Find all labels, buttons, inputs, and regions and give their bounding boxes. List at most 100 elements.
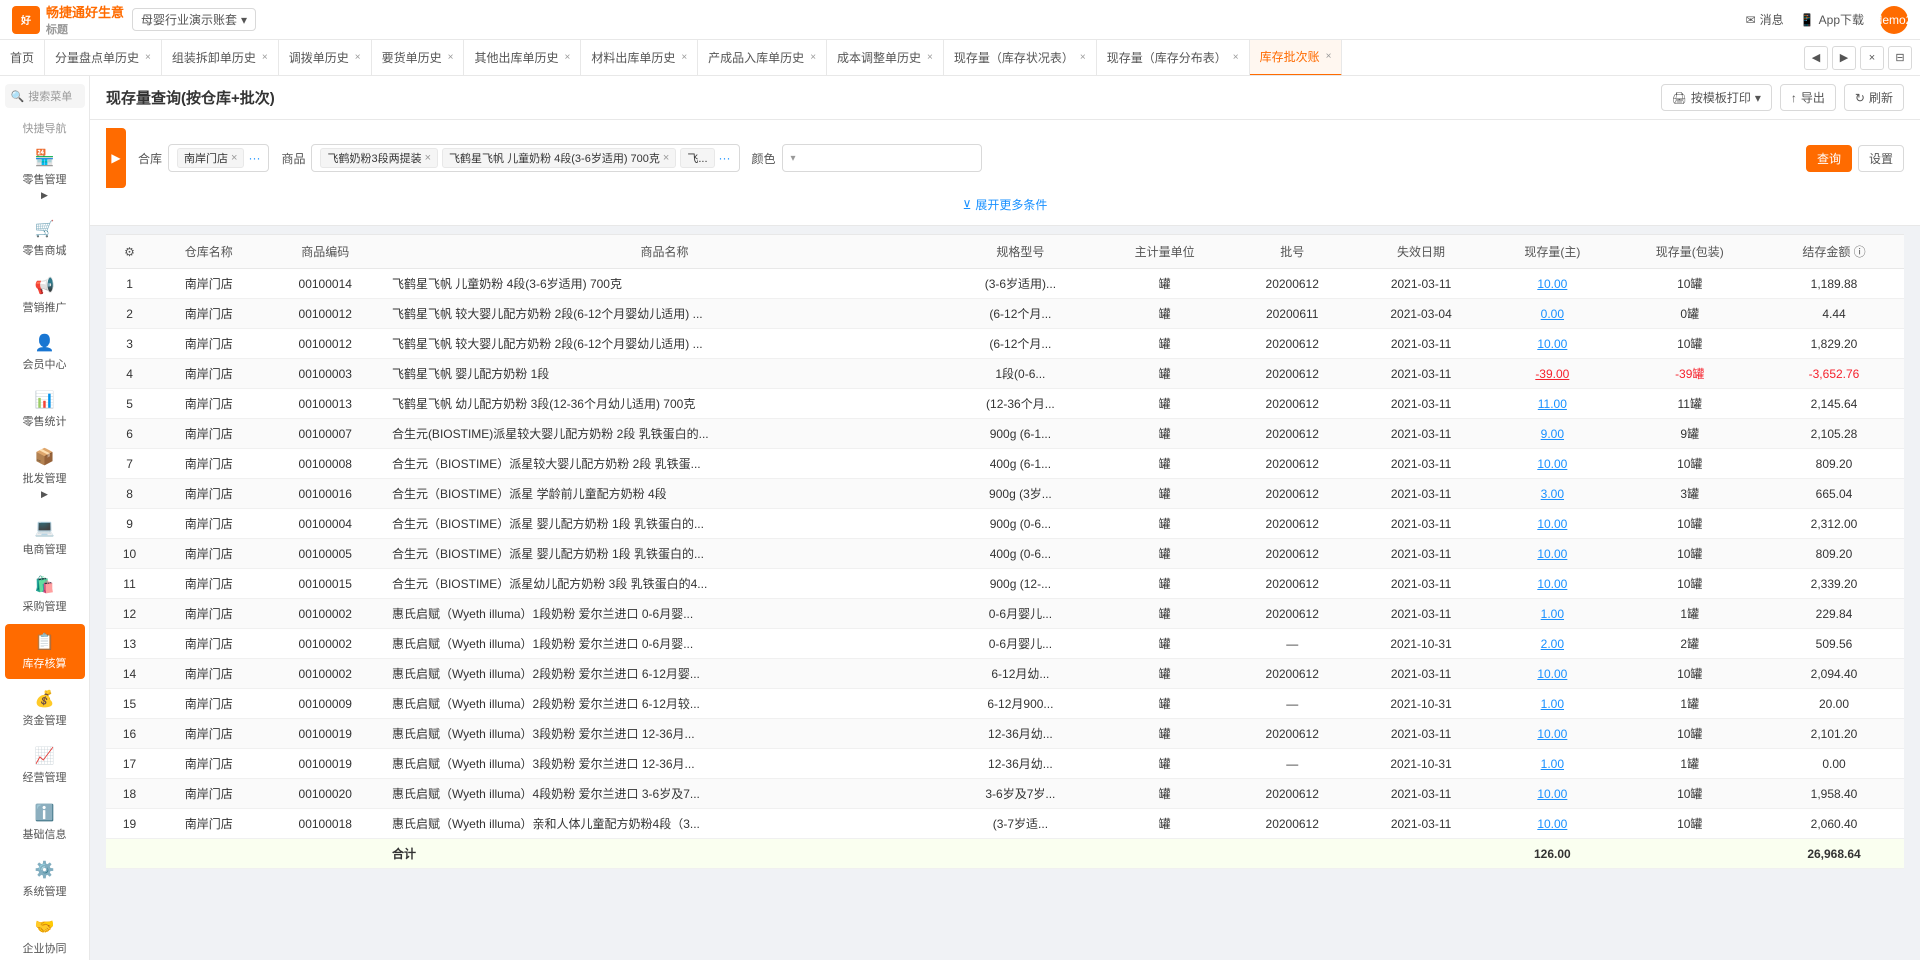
app-download-btn[interactable]: 📱 App下载 (1800, 11, 1864, 28)
row-balance: 1,829.20 (1764, 329, 1904, 359)
tab-next-btn[interactable]: ▶ (1832, 46, 1856, 70)
sidebar-item-basic[interactable]: ℹ️ 基础信息 (5, 795, 85, 850)
tab-10[interactable]: 现存量（库存分布表） × (1097, 40, 1250, 76)
sidebar-item-retail[interactable]: 🏪 零售管理 ▶ (5, 140, 85, 209)
sidebar-item-retail-stats[interactable]: 📊 零售统计 (5, 382, 85, 437)
operation-icon: 📈 (35, 746, 55, 766)
row-qty-main[interactable]: 10.00 (1489, 569, 1615, 599)
col-settings[interactable]: ⚙ (106, 235, 153, 269)
action-btns: 查询 设置 (1806, 145, 1904, 172)
row-name: 合生元（BIOSTIME）派星 婴儿配方奶粉 1段 乳铁蛋白的... (386, 509, 943, 539)
tab-2[interactable]: 组装拆卸单历史 × (162, 40, 279, 76)
inventory-icon: 📋 (35, 632, 55, 652)
product-tag-2-close[interactable]: × (663, 152, 669, 164)
sidebar-item-member[interactable]: 👤 会员中心 (5, 325, 85, 380)
row-qty-main[interactable]: 10.00 (1489, 779, 1615, 809)
row-qty-main[interactable]: 10.00 (1489, 509, 1615, 539)
row-spec: 3-6岁及7岁... (943, 779, 1098, 809)
member-icon: 👤 (35, 333, 55, 353)
tab-9[interactable]: 现存量（库存状况表） × (944, 40, 1097, 76)
row-qty-main[interactable]: 1.00 (1489, 749, 1615, 779)
col-balance: 结存金额 ⓘ (1764, 235, 1904, 269)
row-qty-main[interactable]: 1.00 (1489, 599, 1615, 629)
filter-row: ▶ 合库 南岸门店 × ··· 商品 (106, 128, 1904, 188)
tab-6[interactable]: 材料出库单历史 × (581, 40, 698, 76)
product-input[interactable]: 飞鹤奶粉3段两提装 × 飞鹤星飞帆 儿童奶粉 4段(3-6岁适用) 700克 ×… (311, 144, 739, 172)
tab-7[interactable]: 产成品入库单历史 × (698, 40, 827, 76)
refresh-btn[interactable]: ↻ 刷新 (1844, 84, 1904, 111)
row-no: 10 (106, 539, 153, 569)
sidebar-item-mall[interactable]: 🛒 零售商城 (5, 211, 85, 266)
row-qty-main[interactable]: 10.00 (1489, 719, 1615, 749)
tab-3[interactable]: 调拨单历史 × (279, 40, 372, 76)
product-tag-1-close[interactable]: × (425, 152, 431, 164)
sidebar-item-collab[interactable]: 🤝 企业协同 (5, 909, 85, 960)
row-qty-main[interactable]: 2.00 (1489, 629, 1615, 659)
tab-5[interactable]: 其他出库单历史 × (464, 40, 581, 76)
sidebar-item-purchase[interactable]: 🛍️ 采购管理 (5, 567, 85, 622)
print-icon: 🖨 (1672, 91, 1687, 105)
product-tag-1: 飞鹤奶粉3段两提装 × (320, 148, 438, 168)
expand-more-btn[interactable]: ⊻ 展开更多条件 (106, 192, 1904, 217)
sidebar-item-marketing[interactable]: 📢 营销推广 (5, 268, 85, 323)
filter-bar: ▶ 合库 南岸门店 × ··· 商品 (90, 120, 1920, 226)
sidebar-item-ecommerce[interactable]: 💻 电商管理 (5, 510, 85, 565)
row-code: 00100020 (265, 779, 386, 809)
user-avatar[interactable]: demo2 (1880, 6, 1908, 34)
tab-prev-btn[interactable]: ◀ (1804, 46, 1828, 70)
table-row: 3 南岸门店 00100012 飞鹤星飞帆 较大婴儿配方奶粉 2段(6-12个月… (106, 329, 1904, 359)
warehouse-tag-close[interactable]: × (231, 152, 237, 164)
settings-btn[interactable]: 设置 (1858, 145, 1904, 172)
tab-menu-btn[interactable]: ⊟ (1888, 46, 1912, 70)
row-expire: 2021-03-04 (1353, 299, 1489, 329)
row-batch: 20200612 (1232, 569, 1353, 599)
print-btn[interactable]: 🖨 按模板打印 ▾ (1661, 84, 1772, 111)
row-qty-main[interactable]: 10.00 (1489, 659, 1615, 689)
row-qty-main[interactable]: 10.00 (1489, 449, 1615, 479)
search-menu-input[interactable]: 🔍 搜索菜单 (5, 84, 85, 108)
row-code: 00100014 (265, 269, 386, 299)
tab-home[interactable]: 首页 (0, 40, 45, 76)
color-label: 颜色 (752, 150, 776, 167)
color-input[interactable]: ▾ (782, 144, 982, 172)
row-qty-main[interactable]: 10.00 (1489, 269, 1615, 299)
org-select[interactable]: 母婴行业演示账套 ▾ (132, 8, 256, 31)
tab-active[interactable]: 库存批次账 × (1250, 40, 1343, 76)
purchase-icon: 🛍️ (35, 575, 55, 595)
row-qty-main[interactable]: 9.00 (1489, 419, 1615, 449)
sidebar-item-system[interactable]: ⚙️ 系统管理 (5, 852, 85, 907)
export-btn[interactable]: ↑ 导出 (1780, 84, 1836, 111)
row-code: 00100019 (265, 749, 386, 779)
tab-4[interactable]: 要货单历史 × (372, 40, 465, 76)
row-expire: 2021-03-11 (1353, 329, 1489, 359)
row-expire: 2021-03-11 (1353, 779, 1489, 809)
product-more-btn[interactable]: ··· (719, 151, 731, 165)
warehouse-input[interactable]: 南岸门店 × ··· (168, 144, 269, 172)
row-warehouse: 南岸门店 (153, 659, 264, 689)
sidebar-item-wholesale[interactable]: 📦 批发管理 ▶ (5, 439, 85, 508)
row-qty-main[interactable]: 10.00 (1489, 329, 1615, 359)
expand-filter-btn[interactable]: ▶ (106, 128, 126, 188)
warehouse-more-btn[interactable]: ··· (248, 151, 260, 165)
tab-8[interactable]: 成本调整单历史 × (827, 40, 944, 76)
sidebar-item-operation[interactable]: 📈 经营管理 (5, 738, 85, 793)
main-layout: 🔍 搜索菜单 快捷导航 🏪 零售管理 ▶ 🛒 零售商城 📢 营销推广 👤 会员中… (0, 76, 1920, 960)
row-qty-main[interactable]: 0.00 (1489, 299, 1615, 329)
tab-nav-items: 首页 分量盘点单历史 × 组装拆卸单历史 × 调拨单历史 × 要货单历史 × 其… (0, 40, 1796, 76)
tab-close-btn[interactable]: × (1860, 46, 1884, 70)
row-qty-main[interactable]: 1.00 (1489, 689, 1615, 719)
row-qty-main[interactable]: 3.00 (1489, 479, 1615, 509)
row-no: 12 (106, 599, 153, 629)
row-qty-pack: 10罐 (1615, 449, 1764, 479)
row-qty-main[interactable]: -39.00 (1489, 359, 1615, 389)
row-qty-main[interactable]: 11.00 (1489, 389, 1615, 419)
sidebar-item-finance[interactable]: 💰 资金管理 (5, 681, 85, 736)
row-no: 18 (106, 779, 153, 809)
query-btn[interactable]: 查询 (1806, 145, 1852, 172)
row-batch: 20200612 (1232, 449, 1353, 479)
tab-1[interactable]: 分量盘点单历史 × (45, 40, 162, 76)
row-qty-main[interactable]: 10.00 (1489, 809, 1615, 839)
sidebar-item-inventory[interactable]: 📋 库存核算 (5, 624, 85, 679)
row-qty-main[interactable]: 10.00 (1489, 539, 1615, 569)
message-btn[interactable]: ✉ 消息 (1746, 11, 1784, 28)
